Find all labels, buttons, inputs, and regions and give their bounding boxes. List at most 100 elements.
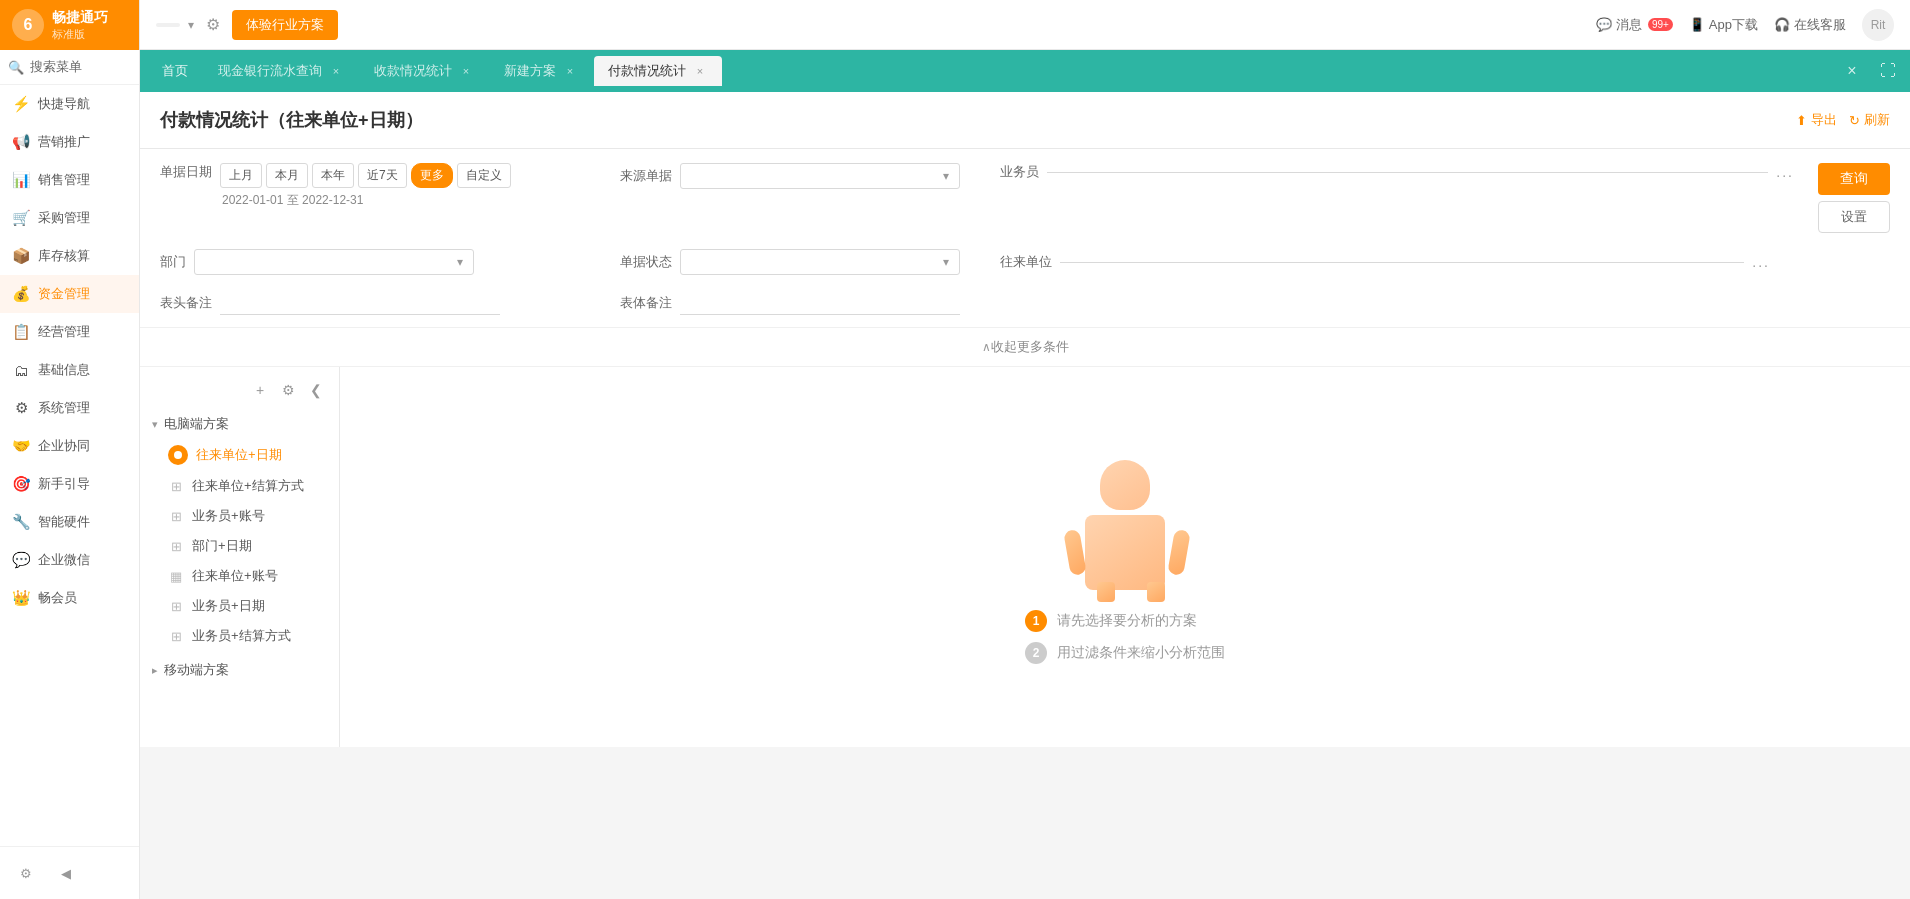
- sidebar-item-quick-nav[interactable]: ⚡ 快捷导航: [0, 85, 139, 123]
- robot-illustration: [1045, 450, 1205, 590]
- sidebar-item-member[interactable]: 👑 畅会员: [0, 579, 139, 617]
- scheme-item-agent-date[interactable]: ⊞ 业务员+日期: [140, 591, 339, 621]
- panel-settings-btn[interactable]: ⚙: [277, 379, 299, 401]
- doc-status-dropdown-icon: ▾: [943, 255, 949, 269]
- tab-new-scheme[interactable]: 新建方案 ×: [490, 56, 592, 86]
- scheme-item-agent-account[interactable]: ⊞ 业务员+账号: [140, 501, 339, 531]
- service-icon: 🎧: [1774, 17, 1790, 32]
- agent-input-area[interactable]: [1047, 172, 1768, 173]
- sidebar-item-smart-hw[interactable]: 🔧 智能硬件: [0, 503, 139, 541]
- enterprise-icon: 🤝: [12, 437, 30, 455]
- empty-hints: 1 请先选择要分析的方案 2 用过滤条件来缩小分析范围: [1025, 610, 1225, 664]
- trial-btn[interactable]: 体验行业方案: [232, 10, 338, 40]
- desktop-group-header[interactable]: ▾ 电脑端方案: [140, 409, 339, 439]
- topbar-gear-icon[interactable]: ⚙: [206, 15, 220, 34]
- partner-input-area[interactable]: [1060, 262, 1744, 263]
- sidebar-item-corp-wechat[interactable]: 💬 企业微信: [0, 541, 139, 579]
- sidebar-item-enterprise[interactable]: 🤝 企业协同: [0, 427, 139, 465]
- head-note-input[interactable]: [220, 291, 500, 315]
- source-select[interactable]: ▾: [680, 163, 960, 189]
- sidebar-item-label: 新手引导: [38, 475, 90, 493]
- head-note-label: 表头备注: [160, 294, 212, 312]
- date-btn-this-month[interactable]: 本月: [266, 163, 308, 188]
- sidebar-item-purchase[interactable]: 🛒 采购管理: [0, 199, 139, 237]
- refresh-btn[interactable]: ↻ 刷新: [1849, 111, 1890, 129]
- date-btn-last-month[interactable]: 上月: [220, 163, 262, 188]
- sidebar-item-inventory[interactable]: 📦 库存核算: [0, 237, 139, 275]
- scheme-item-partner-settle[interactable]: ⊞ 往来单位+结算方式: [140, 471, 339, 501]
- desktop-scheme-group: ▾ 电脑端方案 往来单位+日期 ⊞: [140, 409, 339, 651]
- partner-filter-block: 往来单位 ...: [1000, 253, 1770, 271]
- dept-select[interactable]: ▾: [194, 249, 474, 275]
- tab-new-scheme-close[interactable]: ×: [562, 63, 578, 79]
- body-note-input[interactable]: [680, 291, 960, 315]
- user-avatar[interactable]: Rit: [1862, 9, 1894, 41]
- empty-state-area: 1 请先选择要分析的方案 2 用过滤条件来缩小分析范围: [340, 367, 1910, 747]
- customer-service-btn[interactable]: 🎧 在线客服: [1774, 16, 1846, 34]
- scheme-bar-icon: ▦: [168, 568, 184, 584]
- sidebar-item-system[interactable]: ⚙ 系统管理: [0, 389, 139, 427]
- tab-payment-stats-close[interactable]: ×: [458, 63, 474, 79]
- date-btn-7days[interactable]: 近7天: [358, 163, 407, 188]
- agent-dots-btn[interactable]: ...: [1776, 164, 1794, 180]
- tab-window-close-btn[interactable]: ×: [1838, 57, 1866, 85]
- partner-dots-btn[interactable]: ...: [1752, 254, 1770, 270]
- tab-bank-flow-close[interactable]: ×: [328, 63, 344, 79]
- sidebar-item-marketing[interactable]: 📢 营销推广: [0, 123, 139, 161]
- search-menu[interactable]: 🔍 搜索菜单: [0, 50, 139, 85]
- page-title: 付款情况统计（往来单位+日期）: [160, 108, 423, 132]
- date-btn-custom[interactable]: 自定义: [457, 163, 511, 188]
- panel-collapse-btn[interactable]: ❮: [305, 379, 327, 401]
- sidebar-item-operation[interactable]: 📋 经营管理: [0, 313, 139, 351]
- tab-window-max-btn[interactable]: ⛶: [1874, 57, 1902, 85]
- member-icon: 👑: [12, 589, 30, 607]
- doc-status-label: 单据状态: [620, 253, 672, 271]
- scheme-item-agent-settle[interactable]: ⊞ 业务员+结算方式: [140, 621, 339, 651]
- panel-add-btn[interactable]: +: [249, 379, 271, 401]
- hint-num-1: 1: [1025, 610, 1047, 632]
- mobile-group-label: 移动端方案: [164, 661, 229, 679]
- smart-hw-icon: 🔧: [12, 513, 30, 531]
- tab-payment-detail[interactable]: 付款情况统计 ×: [594, 56, 722, 86]
- sidebar-item-sales[interactable]: 📊 销售管理: [0, 161, 139, 199]
- sidebar-item-label: 销售管理: [38, 171, 90, 189]
- scheme-item-partner-date[interactable]: 往来单位+日期: [140, 439, 339, 471]
- sidebar-item-newbie[interactable]: 🎯 新手引导: [0, 465, 139, 503]
- basic-icon: 🗂: [12, 361, 30, 379]
- scheme-active-dot: [168, 445, 188, 465]
- finance-icon: 💰: [12, 285, 30, 303]
- export-icon: ⬆: [1796, 113, 1807, 128]
- sidebar-item-finance[interactable]: 💰 资金管理: [0, 275, 139, 313]
- desktop-group-label: 电脑端方案: [164, 415, 229, 433]
- agent-filter-block: 业务员 ...: [1000, 163, 1794, 181]
- sidebar-item-label: 快捷导航: [38, 95, 90, 113]
- user-dropdown-icon[interactable]: [188, 18, 194, 32]
- export-label: 导出: [1811, 111, 1837, 129]
- notification-badge: 99+: [1648, 18, 1673, 31]
- export-btn[interactable]: ⬆ 导出: [1796, 111, 1837, 129]
- collapse-btn[interactable]: ∧ 收起更多条件: [140, 327, 1910, 366]
- date-btn-more[interactable]: 更多: [411, 163, 453, 188]
- sidebar-settings-btn[interactable]: ⚙: [10, 857, 42, 889]
- tab-payment-detail-close[interactable]: ×: [692, 63, 708, 79]
- scheme-item-dept-date[interactable]: ⊞ 部门+日期: [140, 531, 339, 561]
- logo-sub: 标准版: [52, 27, 108, 42]
- notification-btn[interactable]: 💬 消息 99+: [1596, 16, 1673, 34]
- settings-btn[interactable]: 设置: [1818, 201, 1890, 233]
- tab-payment-stats[interactable]: 收款情况统计 ×: [360, 56, 488, 86]
- sidebar-item-label: 经营管理: [38, 323, 90, 341]
- sidebar-collapse-btn[interactable]: ◀: [50, 857, 82, 889]
- date-btn-this-year[interactable]: 本年: [312, 163, 354, 188]
- newbie-icon: 🎯: [12, 475, 30, 493]
- mobile-group-header[interactable]: ▸ 移动端方案: [140, 655, 339, 685]
- scheme-table-icon-5: ⊞: [168, 628, 184, 644]
- query-btn[interactable]: 查询: [1818, 163, 1890, 195]
- sidebar-item-basic[interactable]: 🗂 基础信息: [0, 351, 139, 389]
- app-download-btn[interactable]: 📱 App下载: [1689, 16, 1758, 34]
- tab-bank-flow[interactable]: 现金银行流水查询 ×: [204, 56, 358, 86]
- sidebar-item-label: 智能硬件: [38, 513, 90, 531]
- scheme-item-partner-account[interactable]: ▦ 往来单位+账号: [140, 561, 339, 591]
- tab-home[interactable]: 首页: [148, 56, 202, 86]
- doc-status-select[interactable]: ▾: [680, 249, 960, 275]
- head-note-block: 表头备注: [160, 291, 620, 315]
